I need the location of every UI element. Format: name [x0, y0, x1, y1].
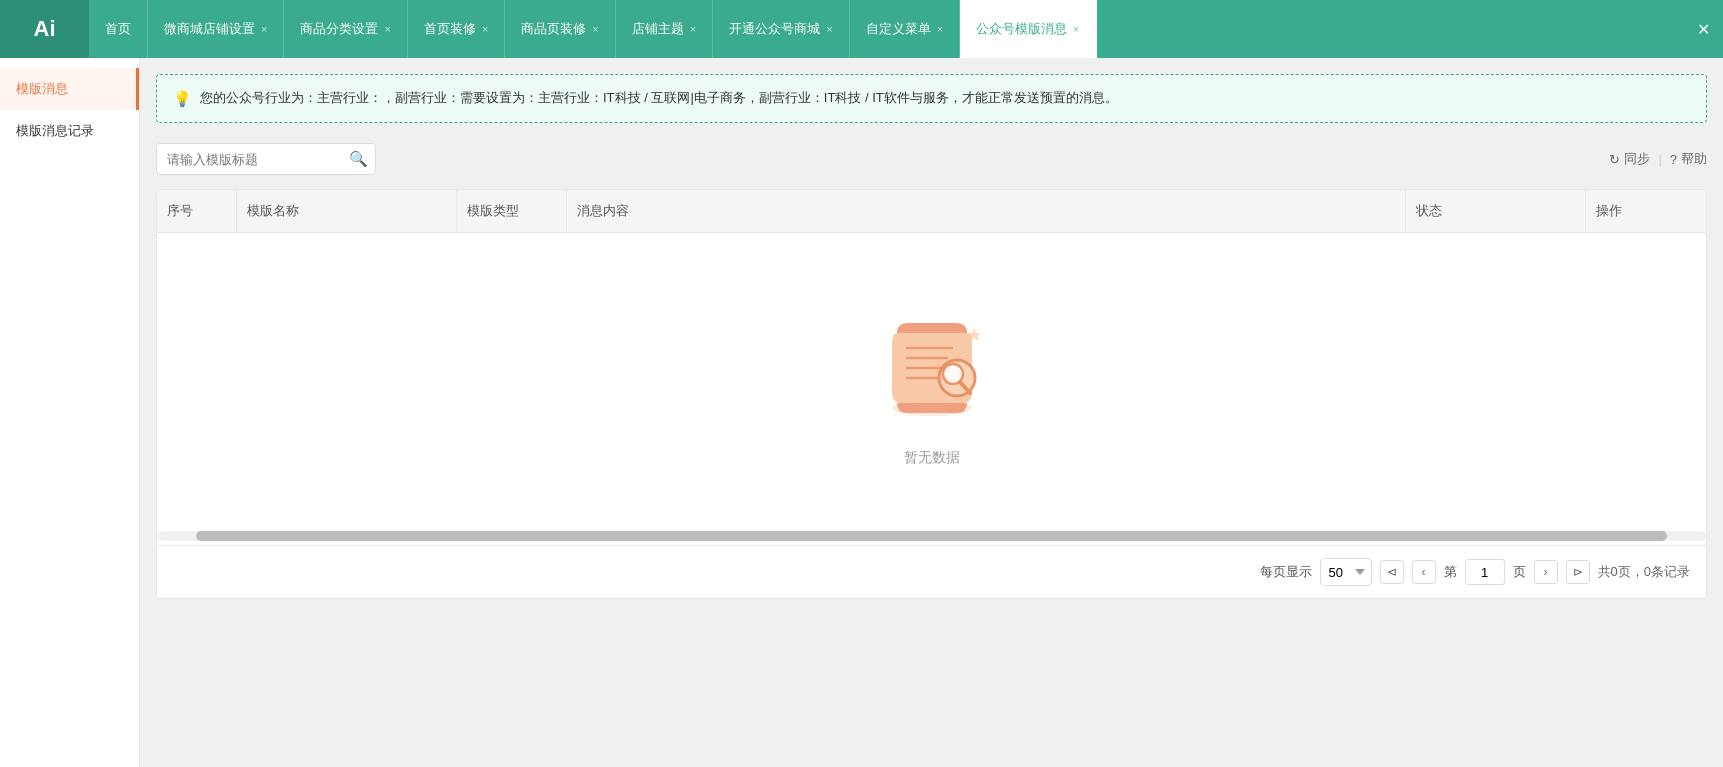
page-label-before: 第	[1444, 563, 1457, 581]
sidebar-item-template-record[interactable]: 模版消息记录	[0, 110, 139, 152]
close-all-tabs-button[interactable]: ✕	[1683, 0, 1723, 58]
page-size-label: 每页显示	[1260, 563, 1312, 581]
sidebar-item-template-msg[interactable]: 模版消息	[0, 68, 139, 110]
search-right: ↻ 同步 | ? 帮助	[1609, 150, 1707, 168]
close-tab-custom-menu[interactable]: ×	[937, 23, 943, 35]
prev-page-button[interactable]: ‹	[1412, 560, 1436, 584]
notice-box: 💡 您的公众号行业为：主营行业：，副营行业：需要设置为：主营行业：IT科技 / …	[156, 74, 1707, 123]
close-tab-shop-theme[interactable]: ×	[690, 23, 696, 35]
nav-tab-product-decor[interactable]: 商品页装修×	[505, 0, 615, 58]
page-total: 共0页，0条记录	[1598, 563, 1690, 581]
search-input-wrap: 🔍	[156, 143, 376, 175]
notice-text: 您的公众号行业为：主营行业：，副营行业：需要设置为：主营行业：IT科技 / 互联…	[200, 89, 1118, 107]
th-action: 操作	[1586, 190, 1706, 232]
th-status: 状态	[1406, 190, 1586, 232]
table-wrap: 序号模版名称模版类型消息内容状态操作	[156, 189, 1707, 599]
nav-tab-category-settings[interactable]: 商品分类设置×	[284, 0, 407, 58]
nav-tabs: 首页微商城店铺设置×商品分类设置×首页装修×商品页装修×店铺主题×开通公众号商城…	[89, 0, 1683, 58]
nav-tab-home[interactable]: 首页	[89, 0, 148, 58]
help-button[interactable]: ? 帮助	[1670, 150, 1707, 168]
table-header: 序号模版名称模版类型消息内容状态操作	[157, 190, 1706, 233]
scroll-thumb[interactable]	[196, 531, 1668, 541]
next-page-button[interactable]: ›	[1534, 560, 1558, 584]
page-size-select[interactable]: 102050100	[1320, 558, 1372, 586]
first-page-button[interactable]: ⊲	[1380, 560, 1404, 584]
empty-text: 暂无数据	[904, 449, 960, 467]
last-page-button[interactable]: ⊳	[1566, 560, 1590, 584]
main-layout: 模版消息模版消息记录 💡 您的公众号行业为：主营行业：，副营行业：需要设置为：主…	[0, 58, 1723, 767]
nav-tab-template-msg[interactable]: 公众号模版消息×	[960, 0, 1096, 58]
empty-state: 暂无数据	[157, 233, 1706, 527]
close-tab-shop-settings[interactable]: ×	[261, 23, 267, 35]
notice-icon: 💡	[173, 90, 192, 108]
close-tab-category-settings[interactable]: ×	[384, 23, 390, 35]
sidebar: 模版消息模版消息记录	[0, 58, 140, 767]
sync-icon: ↻	[1609, 152, 1620, 167]
page-label-after: 页	[1513, 563, 1526, 581]
nav-tab-homepage-decor[interactable]: 首页装修×	[408, 0, 505, 58]
app-logo: Ai	[0, 0, 89, 58]
search-bar: 🔍 ↻ 同步 | ? 帮助	[156, 143, 1707, 175]
th-name: 模版名称	[237, 190, 457, 232]
close-tab-template-msg[interactable]: ×	[1073, 23, 1079, 35]
search-input[interactable]	[156, 143, 376, 175]
nav-tab-open-mall[interactable]: 开通公众号商城×	[713, 0, 849, 58]
nav-tab-shop-theme[interactable]: 店铺主题×	[616, 0, 713, 58]
nav-tab-custom-menu[interactable]: 自定义菜单×	[850, 0, 960, 58]
close-tab-product-decor[interactable]: ×	[592, 23, 598, 35]
empty-illustration	[862, 293, 1002, 433]
th-type: 模版类型	[457, 190, 567, 232]
search-icon[interactable]: 🔍	[349, 150, 368, 168]
horizontal-scrollbar[interactable]	[157, 531, 1706, 541]
close-tab-open-mall[interactable]: ×	[826, 23, 832, 35]
nav-tab-shop-settings[interactable]: 微商城店铺设置×	[148, 0, 284, 58]
page-input[interactable]	[1465, 559, 1505, 585]
pagination: 每页显示 102050100 ⊲ ‹ 第 页 › ⊳ 共0页，0条记录	[157, 545, 1706, 598]
top-nav: Ai 首页微商城店铺设置×商品分类设置×首页装修×商品页装修×店铺主题×开通公众…	[0, 0, 1723, 58]
sync-button[interactable]: ↻ 同步	[1609, 150, 1650, 168]
th-seq: 序号	[157, 190, 237, 232]
close-tab-homepage-decor[interactable]: ×	[482, 23, 488, 35]
th-content: 消息内容	[567, 190, 1406, 232]
content-area: 💡 您的公众号行业为：主营行业：，副营行业：需要设置为：主营行业：IT科技 / …	[140, 58, 1723, 767]
help-icon: ?	[1670, 152, 1677, 167]
